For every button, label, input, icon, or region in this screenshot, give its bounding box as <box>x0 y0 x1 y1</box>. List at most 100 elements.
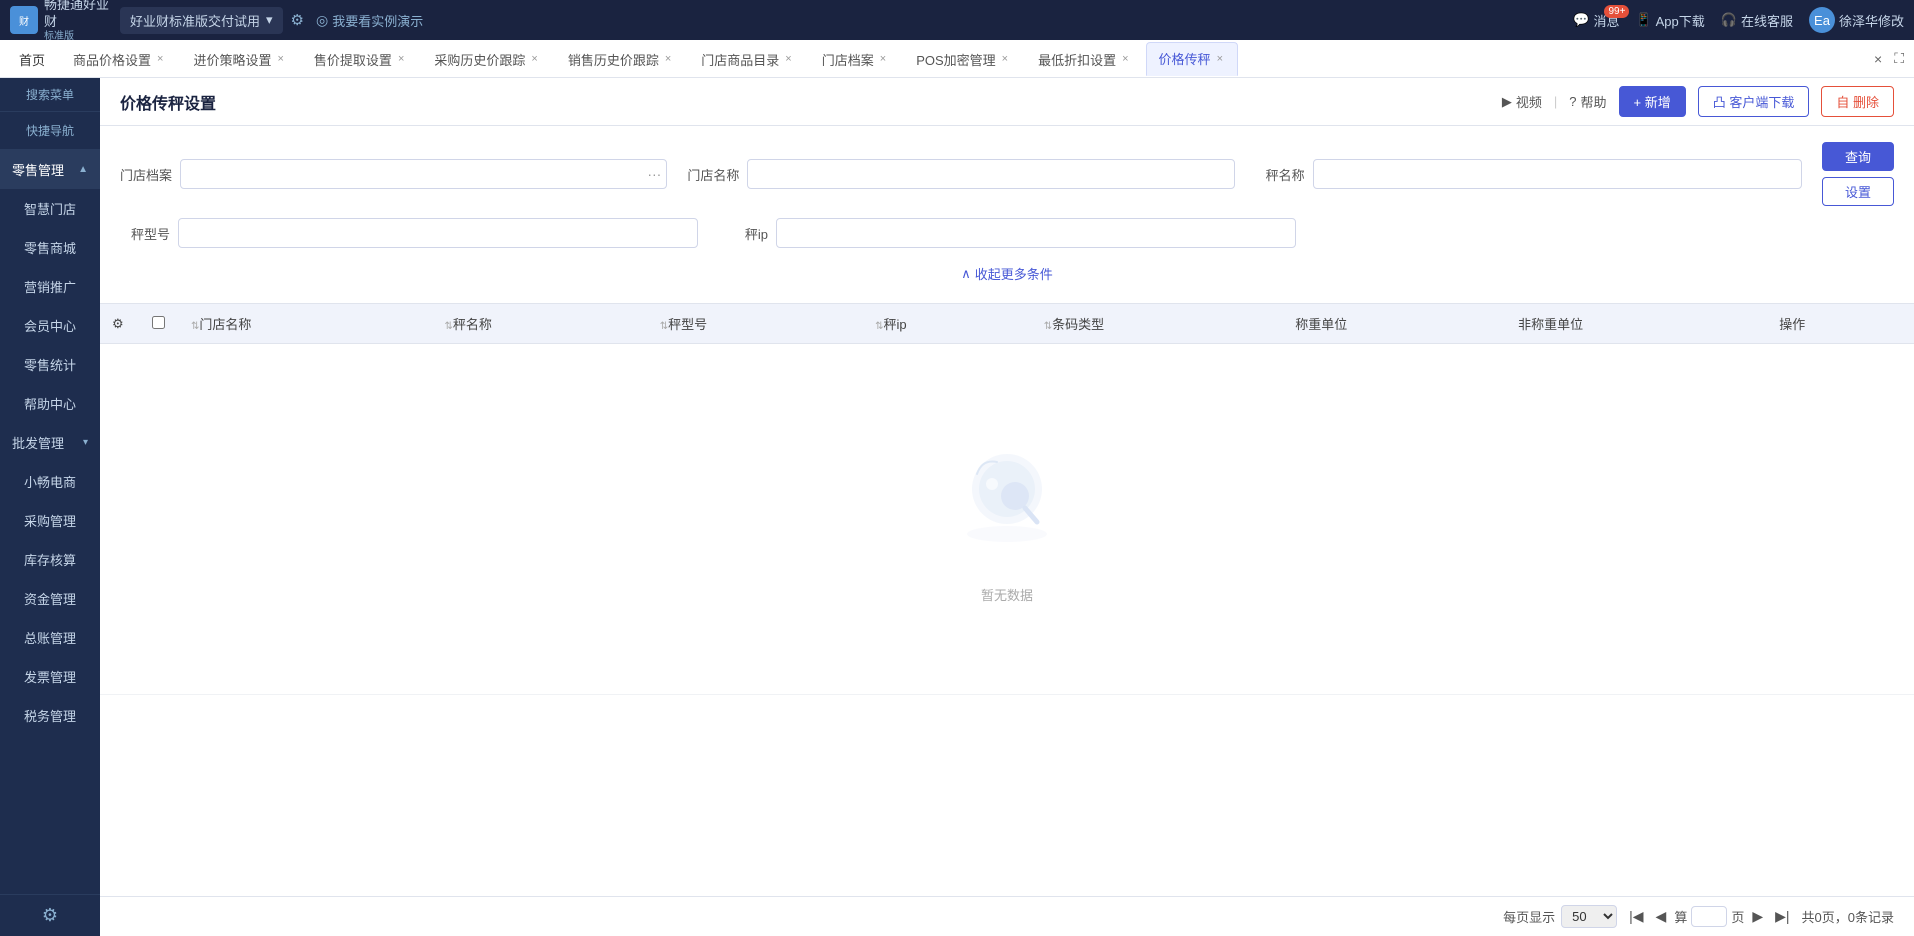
sidebar-bottom: ⚙ <box>0 894 100 936</box>
next-page-btn[interactable]: ▶ <box>1748 906 1767 927</box>
sort-scale-name-icon[interactable]: ⇅ <box>444 321 452 332</box>
chevron-down-icon: ▾ <box>83 437 88 448</box>
settings-btn[interactable]: ⚙ <box>291 11 304 29</box>
demo-btn[interactable]: ◎ 我要看实例演示 <box>316 11 423 30</box>
filter-store-file: 门店档案 ··· <box>120 159 667 189</box>
scale-name-label: 秤名称 <box>1255 165 1305 184</box>
sidebar-item-invoice[interactable]: 发票管理 <box>0 657 100 696</box>
user-menu[interactable]: Ea 徐泽华修改 <box>1809 7 1904 33</box>
page-input[interactable]: 1 <box>1691 906 1727 927</box>
th-settings[interactable]: ⚙ <box>100 304 140 344</box>
sort-scale-model-icon[interactable]: ⇅ <box>660 321 668 332</box>
tab-close-sale-price[interactable]: × <box>396 52 406 66</box>
last-page-btn[interactable]: ▶| <box>1771 906 1793 927</box>
sidebar-item-member[interactable]: 会员中心 <box>0 306 100 345</box>
data-table: ⚙ ⇅门店名称 ⇅秤名称 ⇅秤型号 <box>100 304 1914 695</box>
close-window-btn[interactable]: × <box>1870 51 1886 67</box>
tab-bar: 首页 商品价格设置 × 进价策略设置 × 售价提取设置 × 采购历史价跟踪 × … <box>0 40 1914 78</box>
tab-store-file[interactable]: 门店档案 × <box>809 42 901 76</box>
tab-close-purchase-strategy[interactable]: × <box>275 52 285 66</box>
store-file-input[interactable] <box>180 159 667 189</box>
first-page-btn[interactable]: |◀ <box>1625 906 1647 927</box>
scale-ip-input[interactable] <box>776 218 1296 248</box>
tab-store-catalog[interactable]: 门店商品目录 × <box>688 42 806 76</box>
tab-sale-price[interactable]: 售价提取设置 × <box>301 42 419 76</box>
store-file-input-wrapper: ··· <box>180 159 667 189</box>
tab-purchase-strategy[interactable]: 进价策略设置 × <box>180 42 298 76</box>
messages-btn[interactable]: 💬 消息 99+ <box>1573 11 1619 30</box>
tab-min-discount[interactable]: 最低折扣设置 × <box>1025 42 1143 76</box>
sort-store-name-icon[interactable]: ⇅ <box>191 321 199 332</box>
delete-btn[interactable]: 自 删除 <box>1821 86 1894 117</box>
download-btn[interactable]: 凸 客户端下载 <box>1698 86 1810 117</box>
sidebar-item-help[interactable]: 帮助中心 <box>0 384 100 423</box>
filter-row-2: 秤型号 秤ip <box>120 218 1894 248</box>
sidebar-item-tax[interactable]: 税务管理 <box>0 696 100 735</box>
app-download-btn[interactable]: 📱 App下载 <box>1635 11 1704 30</box>
tab-home[interactable]: 首页 <box>6 42 58 76</box>
tab-close-price-scale[interactable]: × <box>1215 52 1225 66</box>
online-service-btn[interactable]: 🎧 在线客服 <box>1721 11 1793 30</box>
tab-close-store-file[interactable]: × <box>878 52 888 66</box>
help-link[interactable]: ? 帮助 <box>1569 92 1606 111</box>
sidebar-item-retail-mall[interactable]: 零售商城 <box>0 228 100 267</box>
tab-close-min-discount[interactable]: × <box>1120 52 1130 66</box>
scale-name-input[interactable] <box>1313 159 1802 189</box>
sidebar-item-general-ledger[interactable]: 总账管理 <box>0 618 100 657</box>
tab-close-sales-history[interactable]: × <box>663 52 673 66</box>
page-unit: 页 <box>1731 907 1744 926</box>
sidebar-search[interactable]: 搜索菜单 <box>0 78 100 112</box>
tab-pos-manage[interactable]: POS加密管理 × <box>903 42 1023 76</box>
filter-scale-model: 秤型号 <box>120 218 698 248</box>
tab-product-price[interactable]: 商品价格设置 × <box>60 42 178 76</box>
th-store-name: ⇅门店名称 <box>177 304 430 344</box>
version-select[interactable]: 好业财标准版交付试用 ▾ <box>120 7 283 34</box>
video-link[interactable]: ▶ 视频 <box>1502 92 1542 111</box>
tab-sales-history[interactable]: 销售历史价跟踪 × <box>555 42 686 76</box>
more-icon[interactable]: ··· <box>647 166 661 182</box>
search-menu-label[interactable]: 搜索菜单 <box>26 88 74 102</box>
content-area: 搜索菜单 快捷导航 零售管理 ▲ 智慧门店 零售商城 营销推广 会员中心 零售统… <box>0 78 1914 936</box>
tab-close-store-catalog[interactable]: × <box>783 52 793 66</box>
sidebar-item-wholesale[interactable]: 批发管理 ▾ <box>0 423 100 462</box>
tab-price-scale[interactable]: 价格传秤 × <box>1146 42 1238 76</box>
sidebar-settings-icon[interactable]: ⚙ <box>42 905 58 925</box>
th-scale-name: ⇅秤名称 <box>430 304 645 344</box>
prev-page-btn[interactable]: ◀ <box>1652 906 1671 927</box>
scale-model-input[interactable] <box>178 218 698 248</box>
sidebar-item-purchase[interactable]: 采购管理 <box>0 501 100 540</box>
tab-purchase-history[interactable]: 采购历史价跟踪 × <box>421 42 552 76</box>
sidebar-item-xiao-chang[interactable]: 小畅电商 <box>0 462 100 501</box>
settings-filter-btn[interactable]: 设置 <box>1822 177 1894 206</box>
store-name-input[interactable] <box>747 159 1234 189</box>
select-all-checkbox[interactable] <box>152 316 165 329</box>
top-bar: 财 畅捷通好业财 标准版 好业财标准版交付试用 ▾ ⚙ ◎ 我要看实例演示 💬 … <box>0 0 1914 40</box>
pagination: 每页显示 10 20 50 100 |◀ ◀ 算 1 页 ▶ ▶| 共0页，0条… <box>100 896 1914 936</box>
store-name-label: 门店名称 <box>687 165 739 184</box>
sidebar-item-marketing[interactable]: 营销推广 <box>0 267 100 306</box>
per-page-select[interactable]: 10 20 50 100 <box>1561 905 1617 928</box>
sidebar-item-inventory[interactable]: 库存核算 <box>0 540 100 579</box>
tab-close-pos-manage[interactable]: × <box>1000 52 1010 66</box>
empty-state-row: 暂无数据 <box>100 344 1914 695</box>
empty-text: 暂无数据 <box>981 585 1033 604</box>
sidebar-quick-nav[interactable]: 快捷导航 <box>0 112 100 150</box>
per-page: 每页显示 10 20 50 100 <box>1503 905 1617 928</box>
empty-icon <box>947 434 1067 573</box>
sort-barcode-icon[interactable]: ⇅ <box>1044 321 1052 332</box>
sidebar-item-finance[interactable]: 资金管理 <box>0 579 100 618</box>
query-btn[interactable]: 查询 <box>1822 142 1894 171</box>
collapse-btn[interactable]: ∧ 收起更多条件 <box>120 260 1894 287</box>
sort-scale-ip-icon[interactable]: ⇅ <box>875 321 883 332</box>
sidebar-item-retail-stats[interactable]: 零售统计 <box>0 345 100 384</box>
help-icon: ? <box>1569 94 1576 109</box>
eye-icon: ◎ <box>316 12 328 29</box>
add-btn[interactable]: + 新增 <box>1619 86 1686 117</box>
tab-close-purchase-history[interactable]: × <box>529 52 539 66</box>
table-body: 暂无数据 <box>100 344 1914 695</box>
sidebar-item-smart-store[interactable]: 智慧门店 <box>0 189 100 228</box>
download-icon: 📱 <box>1635 12 1651 28</box>
sidebar-item-retail[interactable]: 零售管理 ▲ <box>0 150 100 189</box>
tab-close-product-price[interactable]: × <box>155 52 165 66</box>
expand-window-btn[interactable]: ⛶ <box>1890 50 1908 67</box>
